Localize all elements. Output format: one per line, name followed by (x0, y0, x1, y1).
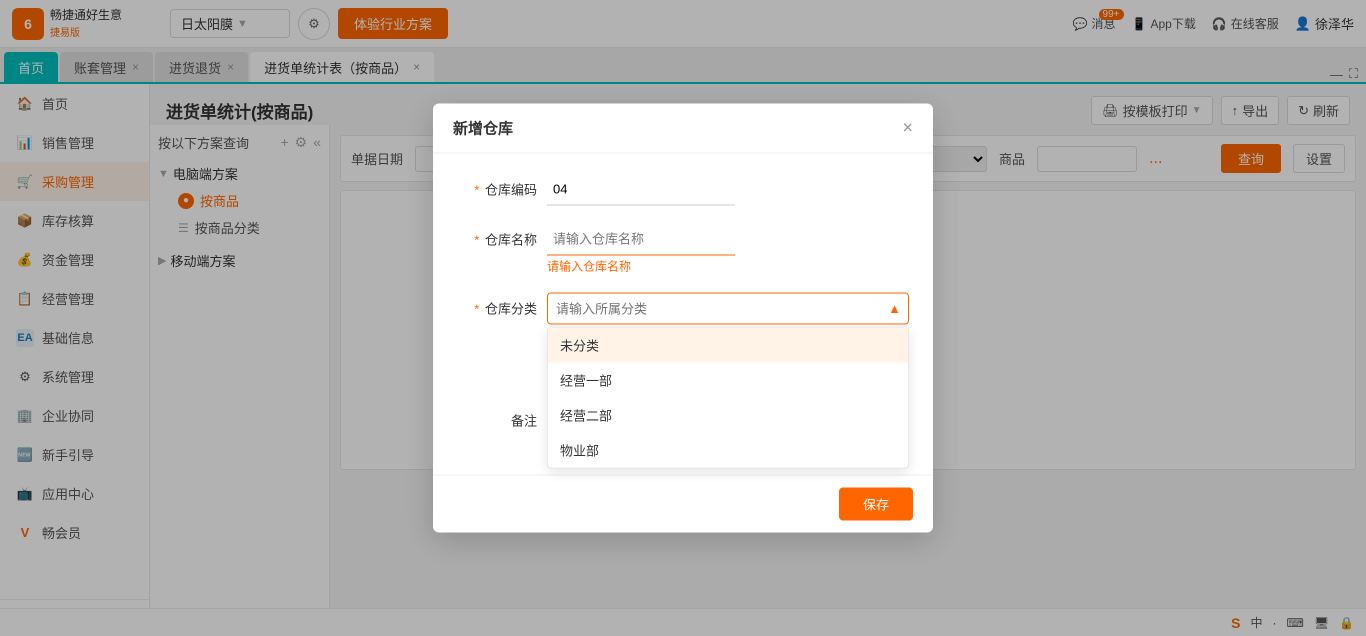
note-label: 备注 (457, 405, 537, 430)
code-label: * 仓库编码 (457, 174, 537, 199)
category-dropdown: 未分类 经营一部 经营二部 物业部 (547, 327, 909, 469)
modal-title: 新增仓库 (453, 118, 513, 139)
form-row-name: * 仓库名称 请输入仓库名称 (457, 224, 909, 275)
dropdown-item-operation2[interactable]: 经营二部 (548, 398, 908, 433)
dropdown-item-operation1[interactable]: 经营一部 (548, 363, 908, 398)
name-error-msg: 请输入仓库名称 (547, 258, 909, 275)
dropdown-item-uncategorized[interactable]: 未分类 (548, 328, 908, 363)
modal-close-button[interactable]: × (902, 118, 913, 139)
modal-header: 新增仓库 × (433, 104, 933, 154)
warehouse-name-input[interactable] (547, 224, 735, 256)
category-dropdown-arrow[interactable]: ▲ (888, 301, 901, 316)
form-row-code: * 仓库编码 (457, 174, 909, 206)
modal-save-button[interactable]: 保存 (839, 488, 913, 521)
modal-body: * 仓库编码 * 仓库名称 请输入仓库名称 * 仓库分类 (433, 154, 933, 475)
warehouse-code-input[interactable] (547, 174, 735, 206)
dropdown-item-property[interactable]: 物业部 (548, 433, 908, 468)
modal-footer: 保存 (433, 475, 933, 533)
add-warehouse-modal: 新增仓库 × * 仓库编码 * 仓库名称 请输入仓库名称 (433, 104, 933, 533)
category-label: * 仓库分类 (457, 293, 537, 318)
code-input-wrap (547, 174, 909, 206)
name-label: * 仓库名称 (457, 224, 537, 249)
warehouse-category-input[interactable] (547, 293, 909, 325)
name-input-wrap: 请输入仓库名称 (547, 224, 909, 275)
category-input-wrap: ▲ 未分类 经营一部 经营二部 物业部 (547, 293, 909, 325)
form-row-category: * 仓库分类 ▲ 未分类 经营一部 经营二部 物业部 (457, 293, 909, 325)
